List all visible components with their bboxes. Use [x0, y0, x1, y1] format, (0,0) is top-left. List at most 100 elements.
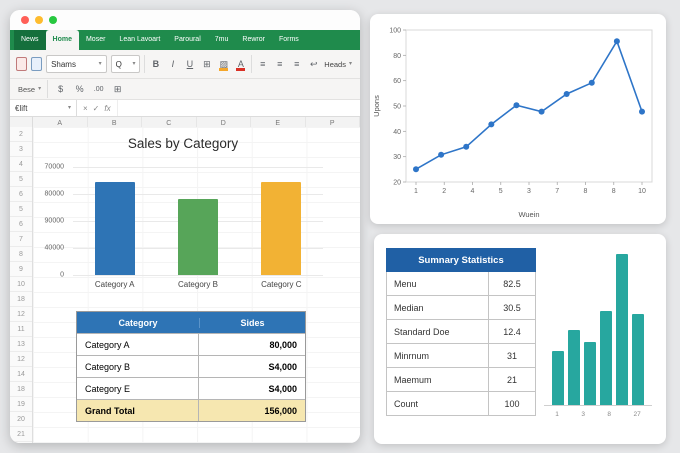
mini-xtick-label: 1: [555, 411, 559, 418]
table-header-category[interactable]: Category: [77, 318, 200, 328]
mini-bar: [552, 351, 564, 405]
font-size-select[interactable]: Q ▾: [111, 55, 141, 73]
row-header[interactable]: 4: [10, 157, 32, 172]
row-headers: 23456567891018121113121418192021: [10, 127, 33, 443]
row-header[interactable]: 11: [10, 322, 32, 337]
stats-row: Maemum21: [386, 368, 536, 392]
name-box[interactable]: €lift ▾: [10, 100, 77, 116]
xtick-label: 3: [527, 188, 531, 195]
formula-input[interactable]: [118, 100, 360, 116]
table-cell-label[interactable]: Category B: [77, 356, 199, 377]
row-header[interactable]: 6: [10, 217, 32, 232]
table-cell-value[interactable]: S4,000: [199, 384, 305, 394]
table-cell-value[interactable]: 156,000: [199, 406, 305, 416]
table-cell-label[interactable]: Category A: [77, 334, 199, 355]
ribbon-tabs: NewsHomeMoserLean LavoartParoural7muRewr…: [10, 30, 360, 50]
row-header[interactable]: 5: [10, 202, 32, 217]
bese-dropdown[interactable]: Bese ▾: [18, 85, 41, 94]
ribbon-tab-moser[interactable]: Moser: [79, 30, 112, 50]
chart-gridline: [73, 167, 323, 168]
heads-dropdown[interactable]: Heads ▾: [324, 60, 354, 69]
window-titlebar: [10, 10, 360, 30]
chevron-down-icon: ▾: [99, 61, 102, 67]
stats-label: Maemum: [387, 368, 489, 391]
ytick-label: 0: [60, 272, 64, 279]
stats-value: 31: [489, 344, 535, 367]
embedded-bar-chart[interactable]: [73, 167, 323, 275]
ribbon-tab-forms[interactable]: Forms: [272, 30, 306, 50]
minimize-button[interactable]: [35, 16, 43, 24]
row-header[interactable]: 21: [10, 427, 32, 442]
table-header-sides[interactable]: Sides: [200, 318, 305, 328]
row-header[interactable]: 19: [10, 397, 32, 412]
font-name-select[interactable]: Shams ▾: [46, 55, 107, 73]
merge-cells-icon[interactable]: ⊞: [111, 82, 124, 97]
line-chart-card: 1008060504030201245378810WueinUpons: [370, 14, 666, 224]
wrap-text-icon[interactable]: ↩: [307, 57, 320, 72]
embedded-chart-title: Sales by Category: [43, 136, 323, 151]
table-cell-value[interactable]: 80,000: [199, 340, 305, 350]
align-center-icon[interactable]: ≡: [273, 57, 286, 72]
row-header[interactable]: 9: [10, 262, 32, 277]
ytick-label: 70000: [45, 164, 64, 171]
ribbon-tab-paroural[interactable]: Paroural: [167, 30, 207, 50]
percent-format-icon[interactable]: %: [73, 82, 86, 97]
data-point: [539, 109, 545, 115]
summary-statistics-table: Sumnary Statistics Menu82.5Median30.5Sta…: [386, 248, 536, 416]
font-color-icon[interactable]: A: [234, 57, 247, 72]
mini-bar: [584, 342, 596, 405]
close-button[interactable]: [21, 16, 29, 24]
row-header[interactable]: 20: [10, 412, 32, 427]
cancel-entry-icon[interactable]: ×: [83, 104, 88, 113]
confirm-entry-icon[interactable]: ✓: [93, 104, 100, 113]
row-header[interactable]: 12: [10, 352, 32, 367]
row-header[interactable]: 2: [10, 127, 32, 142]
toolbar-divider: [144, 55, 145, 73]
table-row: Category BS4,000: [77, 355, 305, 377]
paste-icon[interactable]: [16, 57, 27, 71]
table-cell-label[interactable]: Category E: [77, 378, 199, 399]
align-right-icon[interactable]: ≡: [290, 57, 303, 72]
row-header[interactable]: 7: [10, 232, 32, 247]
ytick-label: 50: [393, 104, 401, 111]
category-table: CategorySidesCategory A80,000Category BS…: [76, 311, 306, 422]
italic-button[interactable]: I: [166, 57, 179, 72]
row-header[interactable]: 14: [10, 367, 32, 382]
row-header[interactable]: 10: [10, 277, 32, 292]
currency-format-icon[interactable]: $: [54, 82, 67, 97]
row-header[interactable]: 8: [10, 247, 32, 262]
chevron-down-icon: ▾: [132, 61, 135, 67]
data-point: [463, 144, 469, 150]
bold-button[interactable]: B: [149, 57, 162, 72]
summary-statistics-card: Sumnary Statistics Menu82.5Median30.5Sta…: [374, 234, 666, 444]
bese-label: Bese: [18, 85, 35, 94]
insert-function-icon[interactable]: fx: [104, 104, 110, 113]
decimal-format-icon[interactable]: .00: [92, 82, 105, 97]
stats-value: 100: [489, 392, 535, 415]
data-point: [438, 152, 444, 158]
row-header[interactable]: 3: [10, 142, 32, 157]
row-header[interactable]: 5: [10, 172, 32, 187]
stats-value: 12.4: [489, 320, 535, 343]
table-row: Grand Total156,000: [77, 399, 305, 421]
zoom-button[interactable]: [49, 16, 57, 24]
row-header[interactable]: 18: [10, 382, 32, 397]
fill-color-icon[interactable]: ▨: [217, 57, 230, 72]
underline-button[interactable]: U: [183, 57, 196, 72]
format-painter-icon[interactable]: [31, 57, 42, 71]
row-header[interactable]: 12: [10, 307, 32, 322]
sheet-grid[interactable]: Sales by Category 700008000090000400000 …: [33, 127, 360, 443]
ribbon-tab-news[interactable]: News: [14, 30, 46, 50]
ribbon-tab-home[interactable]: Home: [46, 30, 79, 50]
ribbon-tab-7mu[interactable]: 7mu: [208, 30, 236, 50]
row-header[interactable]: 6: [10, 187, 32, 202]
table-cell-label[interactable]: Grand Total: [77, 400, 199, 421]
xtick-label: Category A: [73, 280, 156, 289]
ribbon-tab-lean-lavoart[interactable]: Lean Lavoart: [112, 30, 167, 50]
row-header[interactable]: 13: [10, 337, 32, 352]
ribbon-tab-rewror[interactable]: Rewror: [235, 30, 272, 50]
align-left-icon[interactable]: ≡: [256, 57, 269, 72]
row-header[interactable]: 18: [10, 292, 32, 307]
table-cell-value[interactable]: S4,000: [199, 362, 305, 372]
borders-icon[interactable]: ⊞: [200, 57, 213, 72]
